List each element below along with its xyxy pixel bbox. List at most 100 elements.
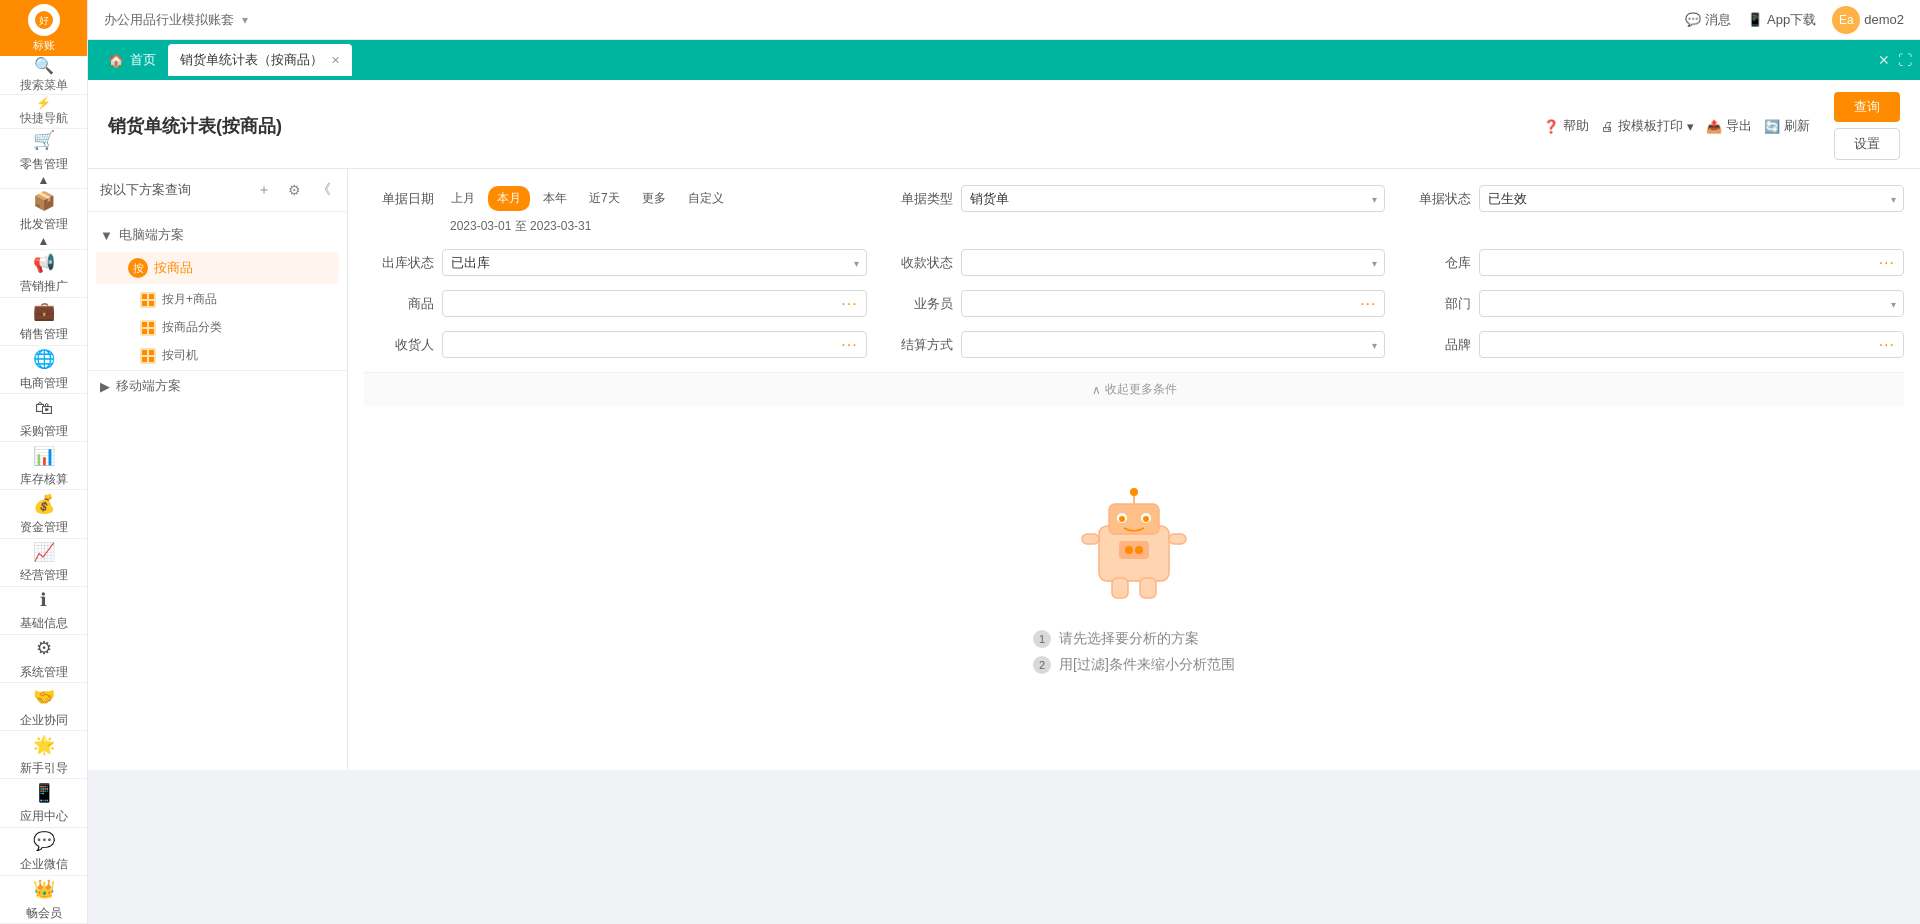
- sidebar-item-wholesale[interactable]: 📦 批发管理 ▲: [0, 189, 88, 249]
- print-arrow: ▾: [1687, 119, 1694, 134]
- warehouse2-dots-btn[interactable]: ···: [1871, 254, 1903, 272]
- date-tab-last-month[interactable]: 上月: [442, 186, 484, 211]
- filter-row-2: 出库状态 已出库 收款状态: [364, 249, 1904, 276]
- sidebar-item-finance[interactable]: 💰 资金管理: [0, 490, 88, 538]
- payment-select[interactable]: [961, 331, 1386, 358]
- date-tab-this-year[interactable]: 本年: [534, 186, 576, 211]
- print-btn[interactable]: 🖨 按模板打印 ▾: [1601, 117, 1694, 135]
- salesman-input[interactable]: [962, 291, 1352, 316]
- sidebar: 好 标账 🔍 搜索菜单 ⚡ 快捷导航 🛒 零售管理 ▲ 📦 批发管理 ▲ 📢 营…: [0, 0, 88, 924]
- warehouse-status-select[interactable]: 已出库: [442, 249, 867, 276]
- sidebar-item-sales[interactable]: 💼 销售管理: [0, 298, 88, 346]
- tab-sales-report[interactable]: 销货单统计表（按商品） ✕: [168, 44, 352, 76]
- payment-label: 结算方式: [883, 336, 953, 354]
- settings-button[interactable]: 设置: [1834, 128, 1900, 160]
- home-icon: 🏠: [108, 53, 124, 68]
- filter-collection-cell: 收款状态: [883, 249, 1386, 276]
- user-menu-btn[interactable]: Ea demo2: [1832, 6, 1904, 34]
- tree-item-by-product-label: 按商品: [154, 259, 193, 277]
- page-title: 销货单统计表(按商品): [108, 114, 282, 138]
- filter-row-1: 单据日期 上月 本月 本年 近7天 更多 自定义: [364, 185, 1904, 212]
- edit-scheme-btn[interactable]: ⚙: [283, 179, 305, 201]
- page-content: 销货单统计表(按商品) ❓ 帮助 🖨 按模板打印 ▾ 📤: [88, 80, 1920, 924]
- empty-tip-2: 2 用[过滤]条件来缩小分析范围: [1033, 656, 1235, 674]
- sidebar-logo[interactable]: 好 标账: [0, 0, 88, 56]
- svg-rect-24: [1112, 578, 1128, 598]
- svg-rect-8: [142, 329, 147, 334]
- empty-tips: 1 请先选择要分析的方案 2 用[过滤]条件来缩小分析范围: [1033, 630, 1235, 674]
- tree-item-by-product[interactable]: 按 按商品: [96, 252, 339, 284]
- tree-sub-item-driver[interactable]: 按司机: [96, 342, 339, 369]
- sidebar-item-newbie[interactable]: 🌟 新手引导: [0, 731, 88, 779]
- tab-close-icon[interactable]: ✕: [331, 54, 340, 67]
- collapse-chevron-icon: ∧: [1092, 383, 1101, 397]
- dept-select[interactable]: [1479, 290, 1904, 317]
- sidebar-item-ecom[interactable]: 🌐 电商管理: [0, 346, 88, 394]
- app-download-btn[interactable]: 📱 App下载: [1747, 11, 1816, 29]
- tree-group-mobile[interactable]: ▶ 移动端方案: [88, 370, 347, 401]
- sidebar-item-member[interactable]: 👑 畅会员: [0, 876, 88, 924]
- filter-dept-cell: 部门: [1401, 290, 1904, 317]
- sidebar-item-operation[interactable]: 📈 经营管理: [0, 539, 88, 587]
- sidebar-search-item[interactable]: 🔍 搜索菜单: [0, 56, 88, 95]
- tree-sub-item-month-product[interactable]: 按月+商品: [96, 286, 339, 313]
- nav-icon: ⚡: [36, 96, 51, 110]
- appstore-icon: 📱: [33, 781, 55, 806]
- brand-dots-btn[interactable]: ···: [1871, 336, 1903, 354]
- filter-warehouse2-cell: 仓库 ···: [1401, 249, 1904, 276]
- top-bar-arrow: ▾: [242, 13, 248, 27]
- svg-rect-15: [1109, 504, 1159, 534]
- sidebar-item-purchase[interactable]: 🛍 采购管理: [0, 394, 88, 442]
- svg-rect-23: [1169, 534, 1186, 544]
- filter-brand-cell: 品牌 ···: [1401, 331, 1904, 358]
- sidebar-item-wechat[interactable]: 💬 企业微信: [0, 828, 88, 876]
- finance-icon: 💰: [33, 492, 55, 517]
- sidebar-item-system[interactable]: ⚙ 系统管理: [0, 635, 88, 683]
- collapse-bar[interactable]: ∧ 收起更多条件: [364, 372, 1904, 406]
- brand-input[interactable]: [1480, 332, 1870, 357]
- date-tab-more[interactable]: 更多: [633, 186, 675, 211]
- search-icon: 🔍: [34, 56, 54, 75]
- refresh-btn[interactable]: 🔄 刷新: [1764, 117, 1810, 135]
- recipient-dots-btn[interactable]: ···: [833, 336, 865, 354]
- help-btn[interactable]: ❓ 帮助: [1543, 117, 1589, 135]
- export-btn[interactable]: 📤 导出: [1706, 117, 1752, 135]
- header-actions: ❓ 帮助 🖨 按模板打印 ▾ 📤 导出 🔄: [1543, 117, 1810, 135]
- sidebar-item-appstore[interactable]: 📱 应用中心: [0, 779, 88, 827]
- add-scheme-btn[interactable]: ＋: [253, 179, 275, 201]
- order-status-select[interactable]: 已生效: [1479, 185, 1904, 212]
- tab-close-all-icon[interactable]: ✕: [1878, 52, 1890, 68]
- tree-group-desktop[interactable]: ▼ 电脑端方案: [88, 220, 347, 250]
- filter-product-cell: 商品 ···: [364, 290, 867, 317]
- product-input[interactable]: [443, 291, 833, 316]
- collection-select[interactable]: [961, 249, 1386, 276]
- collapse-panel-btn[interactable]: 《: [313, 179, 335, 201]
- content-layout: 按以下方案查询 ＋ ⚙ 《 ▼ 电脑端方案 按 按商品: [88, 169, 1920, 770]
- warehouse2-input[interactable]: [1480, 250, 1870, 275]
- export-icon: 📤: [1706, 119, 1722, 134]
- date-tab-custom[interactable]: 自定义: [679, 186, 733, 211]
- operation-icon: 📈: [33, 540, 55, 565]
- tree-sub-item-month-label: 按月+商品: [162, 291, 217, 308]
- sidebar-item-marketing[interactable]: 📢 营销推广: [0, 250, 88, 298]
- order-type-select[interactable]: 销货单: [961, 185, 1386, 212]
- top-bar: 办公用品行业模拟账套 ▾ 💬 消息 📱 App下载 Ea demo2: [88, 0, 1920, 40]
- product-dots-btn[interactable]: ···: [833, 295, 865, 313]
- inventory-icon: 📊: [33, 444, 55, 469]
- right-panel: 单据日期 上月 本月 本年 近7天 更多 自定义: [348, 169, 1920, 770]
- salesman-dots-btn[interactable]: ···: [1352, 295, 1384, 313]
- tab-home[interactable]: 🏠 首页: [96, 44, 168, 76]
- sidebar-item-retail[interactable]: 🛒 零售管理 ▲: [0, 129, 88, 189]
- sidebar-item-cooperation[interactable]: 🤝 企业协同: [0, 683, 88, 731]
- sidebar-item-inventory[interactable]: 📊 库存核算: [0, 442, 88, 490]
- sidebar-item-basics[interactable]: ℹ 基础信息: [0, 587, 88, 635]
- query-button[interactable]: 查询: [1834, 92, 1900, 122]
- recipient-input[interactable]: [443, 332, 833, 357]
- tab-maximize-icon[interactable]: ⛶: [1898, 52, 1912, 68]
- date-tab-7days[interactable]: 近7天: [580, 186, 629, 211]
- brand-control: ···: [1479, 331, 1904, 358]
- sidebar-nav-item[interactable]: ⚡ 快捷导航: [0, 95, 88, 129]
- date-tab-this-month[interactable]: 本月: [488, 186, 530, 211]
- tree-sub-item-category[interactable]: 按商品分类: [96, 314, 339, 341]
- message-btn[interactable]: 💬 消息: [1685, 11, 1731, 29]
